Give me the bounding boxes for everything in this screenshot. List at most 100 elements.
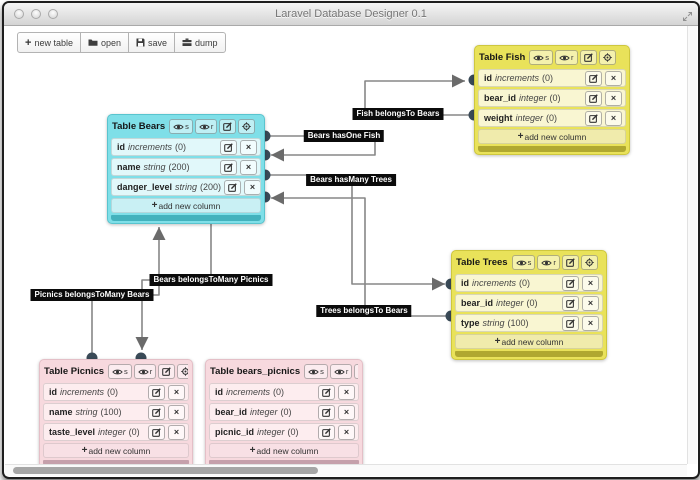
column-name: type — [461, 318, 480, 328]
table-resize-strip[interactable] — [455, 351, 603, 357]
table-header-show-s-button[interactable]: s — [169, 119, 193, 134]
edit-column-button[interactable] — [220, 159, 237, 175]
horizontal-scrollbar[interactable] — [5, 464, 687, 476]
plus-icon: + — [81, 445, 88, 456]
open-button[interactable]: open — [79, 32, 129, 53]
add-column-label: add new column — [88, 445, 151, 456]
add-column-label: add new column — [501, 336, 564, 347]
column-size: (0) — [273, 387, 285, 397]
delete-column-button[interactable]: × — [338, 384, 355, 400]
delete-column-button[interactable]: × — [240, 159, 257, 175]
delete-column-button[interactable]: × — [582, 315, 599, 331]
delete-column-button[interactable]: × — [582, 295, 599, 311]
table-title: Table Picnics — [44, 366, 105, 377]
table-header-gear-button[interactable] — [177, 364, 188, 379]
table-header-show-r-button[interactable]: r — [329, 364, 353, 379]
chip-label: s — [124, 367, 128, 376]
edit-column-button[interactable] — [562, 275, 579, 291]
chip-label: s — [185, 122, 189, 131]
table-header-show-s-button[interactable]: s — [304, 364, 328, 379]
delete-column-button[interactable]: × — [605, 70, 622, 86]
table-header-show-r-button[interactable]: r — [194, 119, 218, 134]
edit-column-button[interactable] — [585, 110, 602, 126]
chip-label: r — [571, 53, 574, 62]
add-column-button[interactable]: + add new column — [478, 129, 626, 144]
delete-column-button[interactable]: × — [168, 424, 185, 440]
edit-column-button[interactable] — [562, 315, 579, 331]
delete-column-button[interactable]: × — [582, 275, 599, 291]
delete-column-button[interactable]: × — [605, 110, 622, 126]
delete-column-button[interactable]: × — [244, 179, 260, 195]
table-header-gear-button[interactable] — [238, 119, 256, 134]
table-header-show-s-button[interactable]: s — [511, 255, 536, 270]
vertical-scrollbar[interactable] — [687, 26, 697, 464]
column-name: bear_id — [461, 298, 494, 308]
edit-column-button[interactable] — [318, 384, 335, 400]
add-column-button[interactable]: + add new column — [455, 334, 603, 349]
edit-column-button[interactable] — [318, 424, 335, 440]
column-type: integer — [250, 407, 278, 417]
table-resize-strip[interactable] — [478, 146, 626, 152]
edit-column-button[interactable] — [148, 424, 165, 440]
table-header-show-s-button[interactable]: s — [529, 50, 554, 65]
minimize-button[interactable] — [31, 9, 41, 19]
add-column-button[interactable]: + add new column — [209, 443, 359, 458]
edit-column-button[interactable] — [148, 384, 165, 400]
horizontal-scrollbar-thumb[interactable] — [13, 467, 318, 474]
column-row-bear_id: bear_id integer (0) × — [455, 294, 603, 312]
delete-column-button[interactable]: × — [240, 139, 257, 155]
dump-button[interactable]: dump — [174, 32, 226, 53]
edit-column-button[interactable] — [585, 70, 602, 86]
column-type: integer — [98, 427, 126, 437]
column-name: danger_level — [117, 182, 173, 192]
save-button[interactable]: save — [128, 32, 176, 53]
edit-column-button[interactable] — [318, 404, 335, 420]
table-header-edit-button[interactable] — [561, 255, 579, 270]
edit-column-button[interactable] — [220, 139, 237, 155]
edit-column-button[interactable] — [224, 179, 242, 195]
column-row-bear_id: bear_id integer (0) × — [209, 403, 359, 421]
add-column-button[interactable]: + add new column — [43, 443, 189, 458]
table-header-show-r-button[interactable]: r — [537, 255, 560, 270]
delete-column-button[interactable]: × — [605, 90, 622, 106]
table-card-picnics[interactable]: Table Picnics s r id increments (0) × name strin… — [39, 359, 193, 469]
delete-column-button[interactable]: × — [338, 424, 355, 440]
resize-icon[interactable] — [683, 8, 692, 26]
new-table-button[interactable]: + new table — [17, 32, 81, 53]
table-header-edit-button[interactable] — [579, 50, 597, 65]
designer-canvas[interactable]: Table Bears s r id increments (0) × name string(… — [4, 3, 698, 477]
close-button[interactable] — [14, 9, 24, 19]
add-column-button[interactable]: + add new column — [111, 198, 261, 213]
table-header-gear-button[interactable] — [598, 50, 616, 65]
column-size: (0) — [526, 298, 538, 308]
table-header-show-r-button[interactable]: r — [555, 50, 578, 65]
column-row-weight: weight integer (0) × — [478, 109, 626, 127]
table-card-bears[interactable]: Table Bears s r id increments (0) × name string(… — [107, 114, 265, 224]
edit-column-button[interactable] — [148, 404, 165, 420]
gear-icon — [242, 122, 252, 131]
table-header: Table Trees s r — [456, 253, 602, 272]
edit-column-button[interactable] — [562, 295, 579, 311]
gear-icon — [181, 367, 188, 376]
table-card-fish[interactable]: Table Fish s r id increments (0) × bear_id integ… — [474, 45, 630, 155]
zoom-button[interactable] — [48, 9, 58, 19]
table-header-edit-button[interactable] — [354, 364, 358, 379]
table-header-show-r-button[interactable]: r — [133, 364, 157, 379]
table-card-trees[interactable]: Table Trees s r id increments (0) × bear_id inte… — [451, 250, 607, 360]
chip-label: r — [553, 258, 556, 267]
table-header: Table Picnics s r — [44, 362, 188, 381]
table-card-bears_picnics[interactable]: Table bears_picnics s r id increments (0) × bea… — [205, 359, 363, 469]
table-resize-strip[interactable] — [111, 215, 261, 221]
table-header-edit-button[interactable] — [158, 364, 176, 379]
table-header-gear-button[interactable] — [580, 255, 598, 270]
table-header-show-s-button[interactable]: s — [108, 364, 132, 379]
delete-column-button[interactable]: × — [168, 384, 185, 400]
table-header-edit-button[interactable] — [219, 119, 237, 134]
delete-column-button[interactable]: × — [338, 404, 355, 420]
column-type: string — [482, 318, 505, 328]
delete-column-button[interactable]: × — [168, 404, 185, 420]
eye-icon — [173, 123, 184, 131]
column-type: integer — [257, 427, 285, 437]
column-type: integer — [515, 113, 544, 123]
edit-column-button[interactable] — [585, 90, 602, 106]
